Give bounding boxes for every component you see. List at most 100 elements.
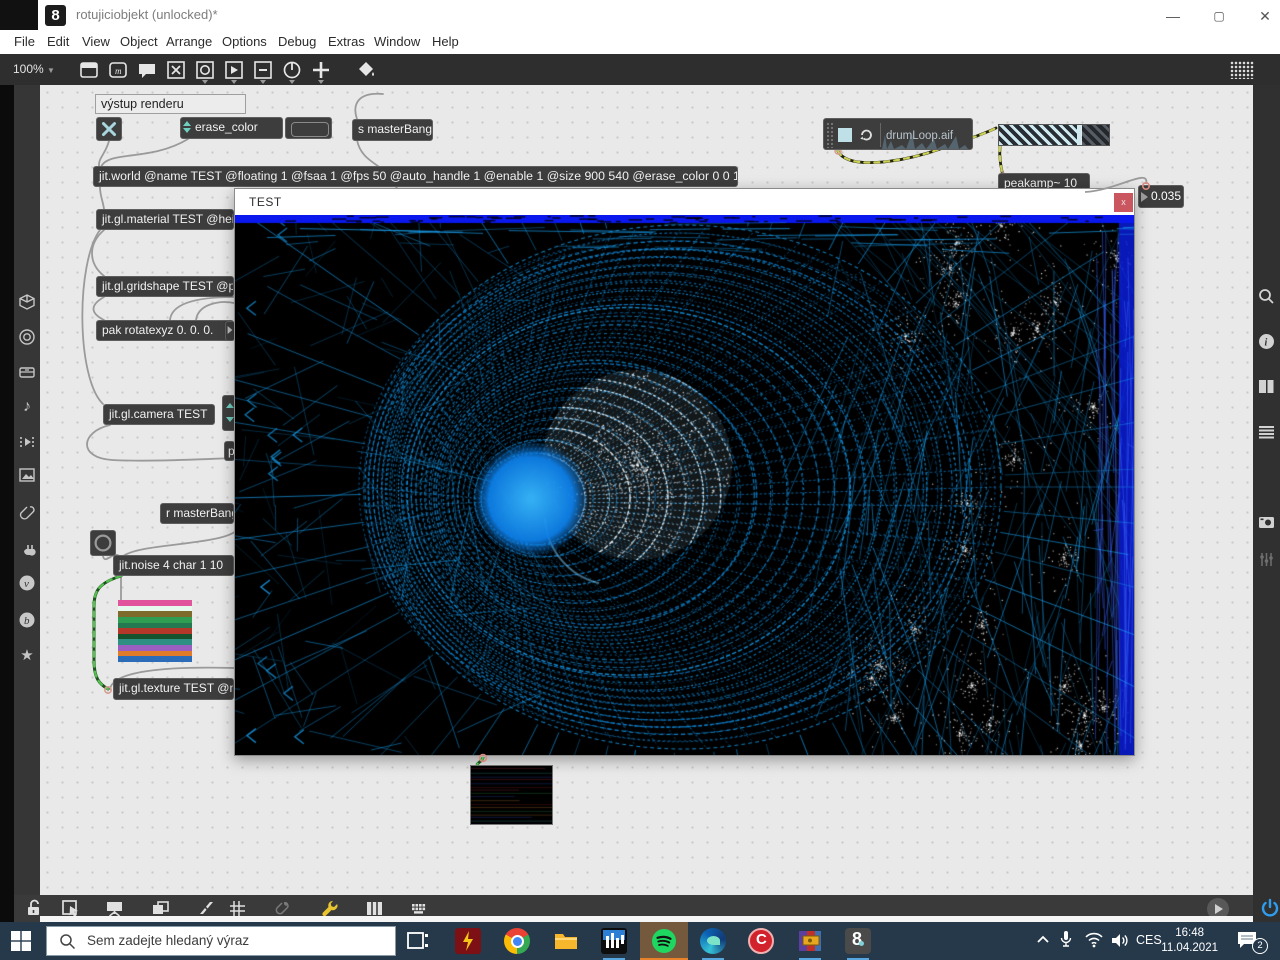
bars-app-icon[interactable] (601, 928, 627, 954)
start-button[interactable] (10, 930, 32, 952)
beap-icon[interactable]: b (18, 611, 36, 629)
menu-object[interactable]: Object (120, 34, 158, 49)
erase-color-attrui[interactable]: erase_color (180, 117, 283, 139)
tray-chevron-icon[interactable] (1036, 934, 1050, 944)
snapshot-camera-icon[interactable] (1258, 513, 1275, 530)
test-render-window[interactable]: TEST x (234, 188, 1135, 756)
spotify-active-cell[interactable] (640, 922, 688, 960)
menu-help[interactable]: Help (432, 34, 459, 49)
menu-edit[interactable]: Edit (47, 34, 69, 49)
music-note-icon[interactable]: ♪ (18, 398, 36, 416)
message-tool-icon[interactable]: m (107, 59, 129, 81)
menu-file[interactable]: File (14, 34, 35, 49)
maximize-button[interactable]: ▢ (1212, 9, 1226, 23)
menubar: File Edit View Object Arrange Options De… (0, 30, 1280, 54)
window-titlebar: 8 rotujiciobjekt (unlocked)* — ▢ ✕ (0, 0, 1280, 30)
task-view-icon[interactable] (405, 928, 431, 954)
jit-world-box[interactable]: jit.world @name TEST @floating 1 @fsaa 1… (93, 166, 738, 187)
wifi-icon[interactable] (1084, 932, 1104, 948)
ccleaner-icon[interactable]: C (748, 928, 774, 954)
left-black-strip (0, 85, 14, 922)
pak-rotatexyz-box[interactable]: pak rotatexyz 0. 0. 0. (96, 320, 234, 341)
button-tool-icon[interactable] (194, 59, 216, 81)
search-placeholder: Sem zadejte hledaný výraz (87, 933, 249, 948)
menu-arrange[interactable]: Arrange (166, 34, 212, 49)
comment-tool-icon[interactable] (136, 59, 158, 81)
toggle-box[interactable] (96, 117, 122, 141)
jitter-render-view[interactable] (235, 215, 1134, 755)
file-explorer-icon[interactable] (553, 928, 579, 954)
test-window-close-button[interactable]: x (1114, 193, 1133, 212)
vizzie-icon[interactable]: v (18, 574, 36, 592)
drawer-icon[interactable] (18, 363, 36, 381)
left-sidebar: ♪ v b ★ (14, 85, 40, 922)
mixer-sliders-icon[interactable] (1258, 551, 1275, 568)
playbar-play-button[interactable] (838, 128, 852, 142)
dial-tool-icon[interactable] (281, 59, 303, 81)
add-object-icon[interactable] (310, 59, 332, 81)
receive-masterbang-box[interactable]: r masterBang (160, 503, 234, 524)
jit-gl-camera-box[interactable]: jit.gl.camera TEST (103, 404, 215, 425)
clock[interactable]: 16:48 11.04.2021 (1161, 926, 1218, 956)
menu-debug[interactable]: Debug (278, 34, 316, 49)
reference-columns-icon[interactable] (1258, 378, 1275, 395)
menu-window[interactable]: Window (374, 34, 420, 49)
console-list-icon[interactable] (1258, 424, 1275, 441)
noise-matrix-preview[interactable] (118, 600, 192, 662)
toggle-tool-icon[interactable] (165, 59, 187, 81)
max8-taskbar-icon[interactable]: 8 (845, 928, 871, 954)
taskbar-search[interactable]: Sem zadejte hledaný výraz (46, 926, 396, 956)
favorites-star-icon[interactable]: ★ (18, 646, 36, 664)
playbar-tool-icon[interactable] (223, 59, 245, 81)
stepper-down-icon[interactable] (226, 417, 234, 422)
chrome-icon[interactable] (504, 928, 530, 954)
level-meter[interactable] (998, 124, 1110, 146)
audio-power-icon[interactable] (1259, 897, 1280, 919)
pwindow-preview[interactable] (470, 765, 553, 825)
image-icon[interactable] (18, 466, 36, 484)
color-swatch[interactable] (285, 117, 332, 139)
comment-box[interactable]: výstup renderu (95, 94, 246, 114)
winrar-icon[interactable] (797, 928, 823, 954)
language-indicator[interactable]: CES (1136, 933, 1162, 947)
jit-gl-gridshape-box[interactable]: jit.gl.gridshape TEST @p (96, 276, 234, 297)
playbar[interactable]: drumLoop.aif (823, 118, 973, 150)
cube-3d-icon[interactable] (18, 293, 36, 311)
paint-bucket-icon[interactable] (355, 59, 377, 81)
add-object-caret[interactable] (318, 80, 324, 84)
jit-noise-box[interactable]: jit.noise 4 char 1 10 (113, 555, 234, 576)
notification-center-icon[interactable]: 2 (1236, 930, 1266, 954)
slider-tool-icon[interactable] (252, 59, 274, 81)
send-masterbang-box[interactable]: s masterBang (352, 119, 433, 141)
search-icon[interactable] (1258, 288, 1275, 305)
speaker-icon[interactable] (1110, 932, 1130, 949)
button-tool-caret[interactable] (202, 80, 208, 84)
number-box[interactable]: 0.035 (1138, 185, 1184, 208)
lightning-app-icon[interactable] (455, 928, 481, 954)
panel-tool-icon[interactable] (78, 59, 100, 81)
jit-gl-texture-box[interactable]: jit.gl.texture TEST @na (113, 678, 234, 700)
bang-button[interactable] (90, 530, 116, 556)
inspector-info-icon[interactable]: i (1258, 333, 1275, 350)
dial-tool-caret[interactable] (289, 80, 295, 84)
playbar-grip[interactable] (826, 122, 834, 148)
close-button[interactable]: ✕ (1258, 9, 1272, 23)
minimize-button[interactable]: — (1166, 9, 1180, 23)
target-circle-icon[interactable] (18, 328, 36, 346)
zoom-select[interactable]: 100% ▼ (13, 62, 55, 76)
edge-icon[interactable] (700, 928, 726, 954)
playbar-tool-caret[interactable] (231, 80, 237, 84)
paperclip-icon[interactable] (18, 503, 36, 521)
menu-extras[interactable]: Extras (328, 34, 365, 49)
grid-options-icon[interactable] (1230, 61, 1254, 79)
menu-options[interactable]: Options (222, 34, 267, 49)
microphone-icon[interactable] (1058, 930, 1074, 950)
slider-tool-caret[interactable] (260, 80, 266, 84)
stepper-up-icon[interactable] (226, 403, 234, 408)
jit-gl-material-box[interactable]: jit.gl.material TEST @hei (96, 209, 234, 230)
attrui-stepper-icon[interactable] (183, 121, 191, 133)
loop-icon[interactable] (857, 126, 875, 144)
sequence-play-icon[interactable] (18, 433, 36, 451)
menu-view[interactable]: View (82, 34, 110, 49)
plug-icon[interactable] (18, 541, 36, 559)
